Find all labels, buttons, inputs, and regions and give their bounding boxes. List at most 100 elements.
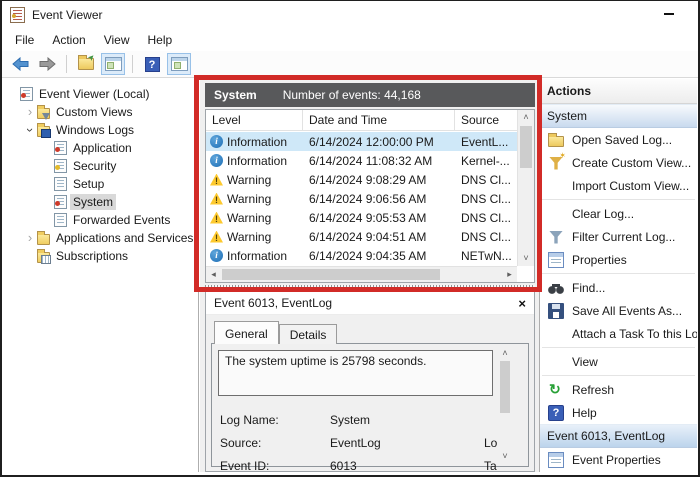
warning-icon (210, 174, 223, 186)
column-header-date[interactable]: Date and Time (303, 110, 455, 130)
export-log-button[interactable] (74, 53, 98, 75)
action-item[interactable]: Open Saved Log... (540, 128, 697, 151)
events-horizontal-scrollbar[interactable]: ◂ ▸ (206, 266, 517, 282)
tree-item[interactable]: Application (3, 139, 198, 157)
scroll-left-icon[interactable]: ◂ (206, 267, 221, 282)
tree-item[interactable]: System (3, 193, 198, 211)
tree-item-label: Security (73, 158, 116, 174)
level-label: Information (227, 135, 287, 149)
actions-panel: Actions System Open Saved Log... Create … (539, 79, 697, 472)
action-icon (548, 178, 564, 194)
action-item[interactable]: Event Properties (540, 448, 697, 471)
log-plain-icon (54, 177, 67, 191)
action-item[interactable]: Help (540, 401, 697, 424)
action-label: Find... (572, 281, 605, 295)
console-tree-panel: Event Viewer (Local) › Custom Views › Wi… (3, 79, 199, 472)
actions-panel-title: Actions (540, 79, 697, 104)
tree-item[interactable]: Event Viewer (Local) (3, 85, 198, 103)
tree-item-label: Application (73, 140, 132, 156)
tree-item[interactable]: Subscriptions (3, 247, 198, 265)
forward-button[interactable] (35, 53, 59, 75)
action-item[interactable]: Properties (540, 248, 697, 271)
action-item[interactable]: Filter Current Log... (540, 225, 697, 248)
vertical-scroll-thumb[interactable] (520, 126, 532, 168)
event-message-box[interactable]: The system uptime is 25798 seconds. (218, 350, 493, 396)
field-label: Source: (220, 436, 330, 450)
tab-details[interactable]: Details (279, 324, 338, 344)
field-row: Log Name: System (220, 408, 500, 431)
action-item[interactable]: Save All Events As... (540, 299, 697, 322)
field-right-clipped: Ta (484, 459, 500, 473)
help-button[interactable]: ? (140, 53, 164, 75)
event-row[interactable]: Information 6/14/2024 9:04:35 AM NETwN..… (206, 246, 517, 265)
event-row[interactable]: Warning 6/14/2024 9:06:56 AM DNS Cl... (206, 189, 517, 208)
scroll-up-icon[interactable]: ˄ (518, 110, 534, 125)
column-header-level[interactable]: Level (206, 110, 303, 130)
action-label: Open Saved Log... (572, 133, 672, 147)
events-panel-title: System (214, 88, 257, 102)
tree-item[interactable]: › Windows Logs (3, 121, 198, 139)
action-item[interactable]: Attach a Task To this Log... (540, 322, 697, 345)
tree-item[interactable]: Forwarded Events (3, 211, 198, 229)
filter-icon (548, 229, 564, 245)
warning-icon (210, 193, 223, 205)
tree-expander-icon[interactable]: › (23, 105, 37, 119)
level-label: Information (227, 249, 287, 263)
action-section-header[interactable]: System (540, 104, 697, 128)
level-label: Warning (227, 230, 271, 244)
event-row[interactable]: Information 6/14/2024 12:00:00 PM EventL… (206, 132, 517, 151)
event-row[interactable]: Warning 6/14/2024 9:05:53 AM DNS Cl... (206, 208, 517, 227)
tab-general[interactable]: General (214, 321, 279, 344)
event-source: DNS Cl... (455, 192, 515, 206)
action-separator (542, 347, 695, 348)
column-header-source[interactable]: Source (455, 110, 518, 130)
tree-expander-icon[interactable]: › (23, 231, 37, 245)
detail-scrollbar[interactable]: ˄ ˅ (498, 346, 512, 464)
scroll-right-icon[interactable]: ▸ (502, 267, 517, 282)
event-row[interactable]: Warning 6/14/2024 9:08:29 AM DNS Cl... (206, 170, 517, 189)
action-section-label: System (547, 109, 587, 123)
tree-expander-icon[interactable]: › (23, 123, 37, 137)
scroll-down-icon[interactable]: ˅ (498, 449, 512, 464)
event-row[interactable]: Information 6/14/2024 11:08:32 AM Kernel… (206, 151, 517, 170)
menu-item[interactable]: Action (43, 30, 94, 50)
action-item[interactable]: Import Custom View... (540, 174, 697, 197)
horizontal-scroll-thumb[interactable] (222, 269, 440, 280)
scroll-up-icon[interactable]: ˄ (498, 346, 512, 361)
action-item[interactable]: Refresh (540, 378, 697, 401)
events-vertical-scrollbar[interactable]: ˄ ˅ (517, 110, 534, 266)
tree-item[interactable]: › Custom Views (3, 103, 198, 121)
tree-item[interactable]: Security (3, 157, 198, 175)
menu-item[interactable]: View (95, 30, 139, 50)
close-icon[interactable]: × (518, 296, 526, 311)
action-section-header[interactable]: Event 6013, EventLog (540, 424, 697, 448)
detail-scroll-thumb[interactable] (500, 361, 510, 413)
menu-item[interactable]: Help (139, 30, 182, 50)
event-message: The system uptime is 25798 seconds. (225, 354, 426, 368)
action-item[interactable]: Create Custom View... (540, 151, 697, 174)
tree-item-label: Event Viewer (Local) (39, 86, 150, 102)
level-label: Warning (227, 211, 271, 225)
create-filter-icon (548, 155, 564, 171)
event-detail-title: Event 6013, EventLog (214, 296, 518, 310)
actions-list: System Open Saved Log... Create Custom V… (540, 104, 697, 471)
event-viewer-icon (20, 87, 33, 101)
action-label: Filter Current Log... (572, 230, 675, 244)
menu-item[interactable]: File (6, 30, 43, 50)
tree-item[interactable]: Setup (3, 175, 198, 193)
action-item[interactable]: View (540, 350, 697, 373)
minimize-button[interactable] (664, 9, 674, 15)
field-value: EventLog (330, 436, 484, 450)
console-tree-toggle-button[interactable] (101, 53, 125, 75)
event-row[interactable]: Warning 6/14/2024 9:04:51 AM DNS Cl... (206, 227, 517, 246)
tree-item[interactable]: › Applications and Services Lo (3, 229, 198, 247)
action-icon (548, 326, 564, 342)
scroll-down-icon[interactable]: ˅ (518, 251, 534, 266)
event-properties-icon (548, 452, 564, 468)
back-button[interactable] (8, 53, 32, 75)
action-pane-toggle-button[interactable] (167, 53, 191, 75)
action-item[interactable]: Clear Log... (540, 202, 697, 225)
pane-splitter[interactable] (205, 285, 535, 289)
open-folder-icon (548, 136, 564, 147)
action-item[interactable]: Find... (540, 276, 697, 299)
